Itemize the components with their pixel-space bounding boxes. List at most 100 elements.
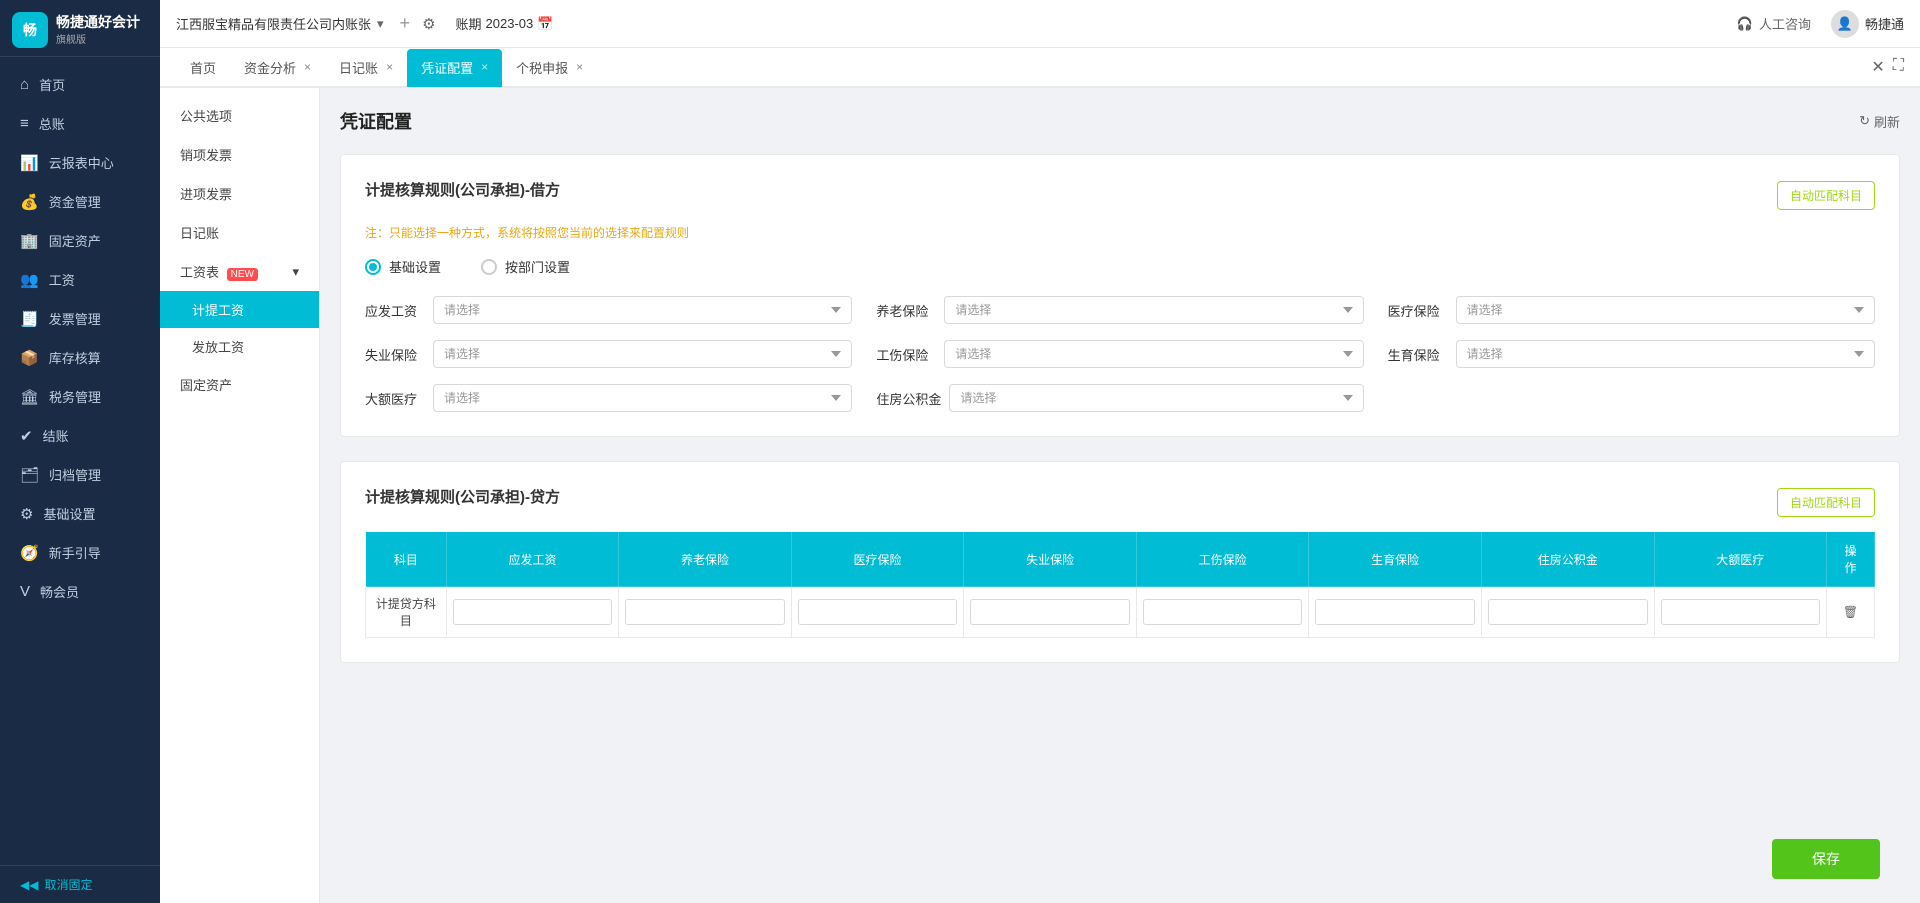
cell-salary[interactable] [446, 587, 619, 638]
save-button[interactable]: 保存 [1772, 839, 1880, 879]
field-unemployment: 失业保险 请选择 [365, 340, 852, 368]
user-menu[interactable]: 👤 畅捷通 [1831, 10, 1904, 38]
housing-fund-select[interactable]: 请选择 [949, 384, 1363, 412]
sidebar-item-tax[interactable]: 🏛 税务管理 [0, 377, 160, 416]
calendar-icon[interactable]: 📅 [537, 16, 553, 32]
logo-sub: 旗舰版 [56, 31, 140, 46]
tab-tax-close[interactable]: × [576, 60, 583, 74]
auto-match-debit-button[interactable]: 自动匹配科目 [1777, 181, 1875, 210]
large-medical-select[interactable]: 请选择 [433, 384, 852, 412]
leftnav-advance-salary[interactable]: 计提工资 [160, 291, 319, 328]
sidebar-footer[interactable]: ◀◀ 取消固定 [0, 865, 160, 903]
credit-housing-input[interactable] [1488, 599, 1648, 625]
credit-medical-input[interactable] [798, 599, 958, 625]
period-selector[interactable]: 账期 2023-03 📅 [452, 14, 554, 33]
tab-tax-report[interactable]: 个税申报 × [502, 49, 597, 87]
leftnav-salary-group[interactable]: 工资表 NEW ▾ [160, 252, 319, 291]
credit-unemployment-input[interactable] [970, 599, 1130, 625]
leftnav-pay-salary[interactable]: 发放工资 [160, 328, 319, 365]
tab-voucher-config[interactable]: 凭证配置 × [407, 49, 502, 87]
logo-icon: 畅 [12, 12, 48, 48]
topbar: 江西服宝精品有限责任公司内账张 ▾ + ⚙ 账期 2023-03 📅 🎧 人工咨… [160, 0, 1920, 48]
leftnav-public[interactable]: 公共选项 [160, 96, 319, 135]
medical-label: 医疗保险 [1388, 301, 1448, 320]
tab-capital-close[interactable]: × [304, 60, 311, 74]
sidebar-item-home[interactable]: ⌂ 首页 [0, 65, 160, 104]
leftnav-purch-invoice[interactable]: 进项发票 [160, 174, 319, 213]
cell-work-injury[interactable] [1136, 587, 1309, 638]
save-btn-wrapper: 保存 [1772, 839, 1880, 879]
radio-basic-circle [365, 259, 381, 275]
leftnav-sales-invoice[interactable]: 销项发票 [160, 135, 319, 174]
assets-icon: 🏢 [20, 232, 39, 250]
sidebar-item-settle[interactable]: ✔ 结账 [0, 416, 160, 455]
page-content: 凭证配置 ↻ 刷新 计提核算规则(公司承担)-借方 自动匹配科目 注：只能选择一… [320, 88, 1920, 903]
sidebar-item-vip[interactable]: V 畅会员 [0, 572, 160, 611]
tab-journal-close[interactable]: × [386, 60, 393, 74]
sidebar-item-invoice-mgmt[interactable]: 🧾 发票管理 [0, 299, 160, 338]
tab-close-all-icon[interactable]: ✕ [1871, 57, 1884, 77]
period-label: 账期 [456, 14, 482, 33]
leftnav-journal[interactable]: 日记账 [160, 213, 319, 252]
radio-dept[interactable]: 按部门设置 [481, 257, 570, 276]
table-header-row: 科目 应发工资 养老保险 医疗保险 失业保险 工伤保险 生育保险 住房公积金 大… [366, 532, 1875, 587]
tab-voucher-close[interactable]: × [481, 60, 488, 74]
company-selector[interactable]: 江西服宝精品有限责任公司内账张 ▾ [176, 14, 384, 33]
add-account-button[interactable]: + [400, 13, 411, 34]
cell-large-medical[interactable] [1654, 587, 1827, 638]
sidebar-item-reports[interactable]: 📊 云报表中心 [0, 143, 160, 182]
field-salary: 应发工资 请选择 [365, 296, 852, 324]
cell-housing[interactable] [1481, 587, 1654, 638]
cell-maternity[interactable] [1309, 587, 1482, 638]
section2-title: 计提核算规则(公司承担)-贷方 [365, 486, 560, 507]
col-large-medical: 大额医疗 [1654, 532, 1827, 587]
work-injury-select[interactable]: 请选择 [944, 340, 1363, 368]
salary-label: 应发工资 [365, 301, 425, 320]
settings-gear-icon[interactable]: ⚙ [422, 15, 435, 33]
headphone-icon: 🎧 [1737, 16, 1753, 32]
sidebar-item-inventory[interactable]: 📦 库存核算 [0, 338, 160, 377]
sidebar-item-guide[interactable]: 🧭 新手引导 [0, 533, 160, 572]
tab-journal[interactable]: 日记账 × [325, 49, 407, 87]
ledger-icon: ≡ [20, 115, 29, 132]
radio-basic[interactable]: 基础设置 [365, 257, 441, 276]
medical-select[interactable]: 请选择 [1456, 296, 1875, 324]
col-work-injury: 工伤保险 [1136, 532, 1309, 587]
cell-unemployment[interactable] [964, 587, 1137, 638]
sidebar-item-salary[interactable]: 👥 工资 [0, 260, 160, 299]
cell-medical[interactable] [791, 587, 964, 638]
main-area: 江西服宝精品有限责任公司内账张 ▾ + ⚙ 账期 2023-03 📅 🎧 人工咨… [160, 0, 1920, 903]
cell-pension[interactable] [619, 587, 792, 638]
delete-row-icon[interactable]: 🗑 [1843, 605, 1858, 619]
sidebar-item-settings[interactable]: ⚙ 基础设置 [0, 494, 160, 533]
credit-maternity-input[interactable] [1315, 599, 1475, 625]
salary-select[interactable]: 请选择 [433, 296, 852, 324]
sidebar-item-ledger[interactable]: ≡ 总账 [0, 104, 160, 143]
avatar: 👤 [1831, 10, 1859, 38]
tab-expand-icon[interactable]: ⛶ [1893, 57, 1904, 77]
leftnav-fixed-assets[interactable]: 固定资产 [160, 365, 319, 404]
credit-pension-input[interactable] [625, 599, 785, 625]
sidebar-item-archive[interactable]: 🗂 归档管理 [0, 455, 160, 494]
sidebar-item-assets[interactable]: 🏢 固定资产 [0, 221, 160, 260]
tab-home[interactable]: 首页 [176, 49, 230, 87]
col-medical: 医疗保险 [791, 532, 964, 587]
sidebar-item-capital[interactable]: 💰 资金管理 [0, 182, 160, 221]
capital-icon: 💰 [20, 193, 39, 211]
service-button[interactable]: 🎧 人工咨询 [1737, 14, 1811, 33]
unemployment-select[interactable]: 请选择 [433, 340, 852, 368]
maternity-select[interactable]: 请选择 [1456, 340, 1875, 368]
auto-match-credit-button[interactable]: 自动匹配科目 [1777, 488, 1875, 517]
row-label: 计提贷方科目 [366, 587, 447, 638]
tax-icon: 🏛 [20, 388, 39, 406]
section1-note: 注：只能选择一种方式，系统将按照您当前的选择来配置规则 [365, 224, 1875, 241]
pension-select[interactable]: 请选择 [944, 296, 1363, 324]
credit-salary-input[interactable] [453, 599, 613, 625]
credit-large-medical-input[interactable] [1661, 599, 1821, 625]
credit-work-injury-input[interactable] [1143, 599, 1303, 625]
tab-capital[interactable]: 资金分析 × [230, 49, 325, 87]
field-housing-fund: 住房公积金 请选择 [876, 384, 1363, 412]
sidebar: 畅 畅捷通好会计 旗舰版 ⌂ 首页 ≡ 总账 📊 云报表中心 💰 资金管理 🏢 … [0, 0, 160, 903]
refresh-button[interactable]: ↻ 刷新 [1859, 112, 1900, 131]
section-credit-rules: 计提核算规则(公司承担)-贷方 自动匹配科目 科目 应发工资 养老保险 医疗保险… [340, 461, 1900, 663]
